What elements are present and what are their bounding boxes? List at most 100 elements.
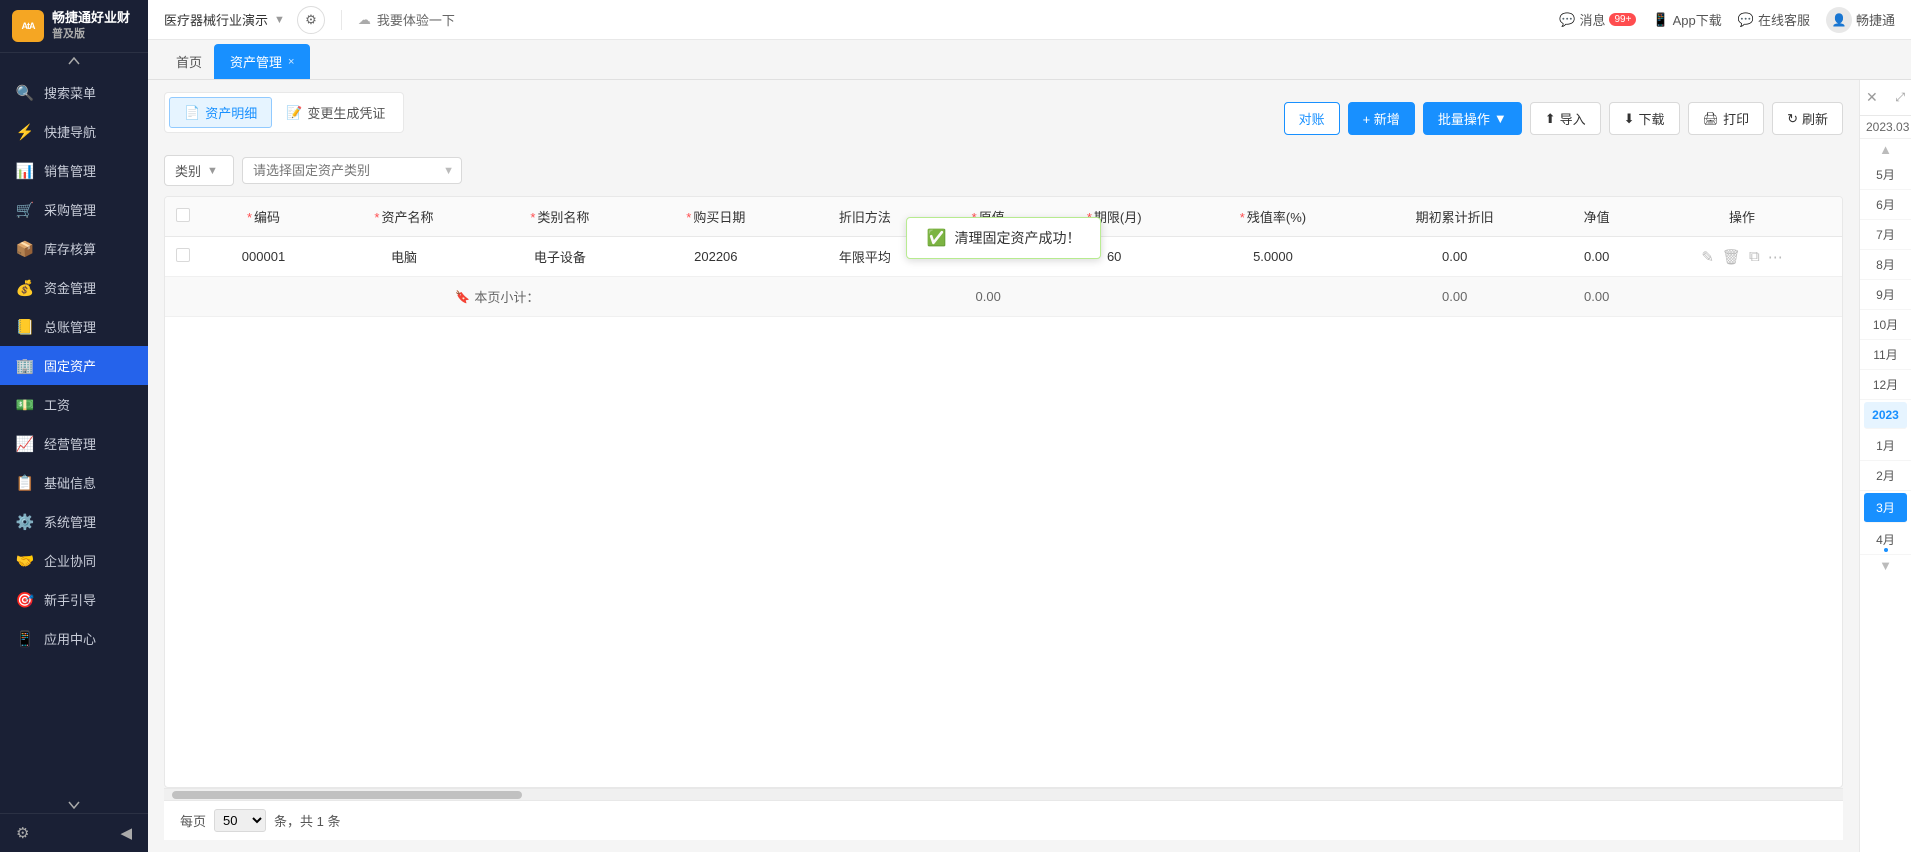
sidebar-scroll-down[interactable] (0, 797, 148, 813)
assets-icon: 🏢 (16, 357, 34, 375)
appstore-icon: 📱 (16, 630, 34, 648)
check-icon: ✅ (927, 228, 947, 248)
sidebar-item-sales[interactable]: 📊 销售管理 (0, 151, 148, 190)
sidebar-item-quick[interactable]: ⚡ 快捷导航 (0, 112, 148, 151)
sidebar-item-system[interactable]: ⚙️ 系统管理 (0, 502, 148, 541)
sidebar-item-assets[interactable]: 🏢 固定资产 (0, 346, 148, 385)
sidebar-item-operations[interactable]: 📈 经营管理 (0, 424, 148, 463)
print-button[interactable]: 🖨 打印 (1688, 102, 1765, 135)
batch-button[interactable]: 批量操作 ▼ (1423, 102, 1522, 135)
success-toast: ✅ 清理固定资产成功！ (906, 217, 1102, 259)
calendar-scroll-up[interactable]: ▲ (1860, 139, 1911, 160)
delete-icon[interactable]: 🗑 (1722, 248, 1741, 266)
enterprise-icon: 🤝 (16, 552, 34, 570)
subtotal-label-cell: 🔖 本页小计： (201, 277, 794, 317)
sidebar-item-search[interactable]: 🔍 搜索菜单 (0, 73, 148, 112)
sidebar-item-ledger[interactable]: 📒 总账管理 (0, 307, 148, 346)
sidebar-item-inventory[interactable]: 📦 库存核算 (0, 229, 148, 268)
avatar-icon: 👤 (1832, 13, 1847, 27)
refresh-icon: ↻ (1787, 111, 1798, 127)
horizontal-scrollbar[interactable] (164, 788, 1843, 800)
row-category: 电子设备 (482, 237, 638, 277)
logo-icon: AtA (12, 10, 44, 42)
download-button[interactable]: ⬇ 下载 (1609, 102, 1680, 135)
sub-tab-voucher[interactable]: 📝 变更生成凭证 (272, 97, 399, 128)
cloud-icon: ☁ (358, 12, 371, 28)
quick-icon: ⚡ (16, 123, 34, 141)
sidebar-item-appstore[interactable]: 📱 应用中心 (0, 619, 148, 658)
sidebar-item-funds[interactable]: 💰 资金管理 (0, 268, 148, 307)
experience-button[interactable]: ☁ 我要体验一下 (358, 10, 455, 29)
collapse-icon[interactable]: ◀ (120, 824, 132, 842)
calendar-month-1[interactable]: 1月 (1860, 431, 1911, 461)
account-button[interactable]: 对账 (1284, 102, 1340, 135)
calendar-scroll-down[interactable]: ▼ (1860, 555, 1911, 576)
calendar-month-11[interactable]: 11月 (1860, 340, 1911, 370)
print-icon: 🖨 (1703, 111, 1720, 127)
calendar-month-10[interactable]: 10月 (1860, 310, 1911, 340)
subtotal-original: 0.00 (936, 277, 1041, 317)
logo-text: 畅捷通好业财 普及版 (52, 10, 130, 41)
edit-icon[interactable]: ✎ (1701, 248, 1714, 266)
calendar-year-2023[interactable]: 2023 (1864, 402, 1907, 429)
row-purchase-date: 202206 (638, 237, 794, 277)
sidebar-item-guide[interactable]: 🎯 新手引导 (0, 580, 148, 619)
message-button[interactable]: 💬 消息 99+ (1559, 10, 1636, 29)
app-download-button[interactable]: 📱 App下载 (1652, 10, 1721, 29)
add-button[interactable]: + 新增 (1348, 102, 1415, 135)
calendar-month-8[interactable]: 8月 (1860, 250, 1911, 280)
row-actions: ✎ 🗑 ⧉ ⋯ (1642, 237, 1842, 277)
calendar-year-label: 2023.03 (1860, 116, 1911, 139)
calendar-month-3-current[interactable]: 3月 (1864, 493, 1907, 523)
sub-tabs: 📄 资产明细 📝 变更生成凭证 (164, 92, 404, 133)
sidebar-nav: 🔍 搜索菜单 ⚡ 快捷导航 📊 销售管理 🛒 采购管理 📦 库存核算 💰 资金管… (0, 69, 148, 797)
sidebar-item-salary[interactable]: 💵 工资 (0, 385, 148, 424)
sub-tab-detail[interactable]: 📄 资产明细 (169, 97, 272, 128)
calendar-month-2[interactable]: 2月 (1860, 461, 1911, 491)
sidebar-item-enterprise[interactable]: 🤝 企业协同 (0, 541, 148, 580)
sidebar-item-purchase[interactable]: 🛒 采购管理 (0, 190, 148, 229)
import-button[interactable]: ⬆ 导入 (1530, 102, 1601, 135)
content-area: 📄 资产明细 📝 变更生成凭证 对账 + 新增 批量操作 ▼ (148, 80, 1911, 852)
header-name: *资产名称 (326, 197, 482, 237)
scrollbar-thumb[interactable] (172, 791, 522, 799)
calendar-month-7[interactable]: 7月 (1860, 220, 1911, 250)
batch-arrow-icon: ▼ (1494, 111, 1507, 126)
row-checkbox-cell (165, 237, 201, 277)
company-selector[interactable]: 医疗器械行业演示 ▼ (164, 10, 285, 29)
header-code: *编码 (201, 197, 326, 237)
topbar: 医疗器械行业演示 ▼ ⚙ ☁ 我要体验一下 💬 消息 99+ 📱 App下载 💬… (148, 0, 1911, 40)
import-icon: ⬆ (1545, 111, 1556, 127)
sidebar-footer: ⚙ ◀ (0, 813, 148, 852)
per-page-select[interactable]: 50 100 (214, 809, 266, 832)
online-service-button[interactable]: 💬 在线客服 (1738, 10, 1810, 29)
tab-close-icon[interactable]: × (288, 56, 294, 68)
calendar-month-4[interactable]: 4月 (1860, 525, 1911, 555)
company-settings-button[interactable]: ⚙ (297, 6, 325, 34)
sidebar: AtA 畅捷通好业财 普及版 🔍 搜索菜单 ⚡ 快捷导航 📊 销售管理 🛒 采购… (0, 0, 148, 852)
user-profile[interactable]: 👤 畅捷通 (1826, 7, 1895, 33)
calendar-month-5[interactable]: 5月 (1860, 160, 1911, 190)
row-net-value: 0.00 (1551, 237, 1642, 277)
sidebar-item-basics[interactable]: 📋 基础信息 (0, 463, 148, 502)
tab-assets[interactable]: 资产管理 × (214, 44, 310, 79)
header-category: *类别名称 (482, 197, 638, 237)
right-panel-expand-button[interactable]: ⤢ (1895, 90, 1905, 105)
service-icon: 💬 (1738, 12, 1754, 28)
calendar-month-9[interactable]: 9月 (1860, 280, 1911, 310)
category-input[interactable] (242, 157, 462, 184)
copy-icon[interactable]: ⧉ (1749, 248, 1760, 265)
calendar-month-12[interactable]: 12月 (1860, 370, 1911, 400)
right-panel-close-button[interactable]: ✕ (1866, 89, 1878, 106)
sidebar-scroll-up[interactable] (0, 53, 148, 69)
more-icon[interactable]: ⋯ (1768, 248, 1783, 266)
tab-home[interactable]: 首页 (164, 44, 214, 79)
subtotal-initial: 0.00 (1358, 277, 1551, 317)
refresh-button[interactable]: ↻ 刷新 (1772, 102, 1843, 135)
settings-icon[interactable]: ⚙ (16, 824, 29, 842)
select-all-checkbox[interactable] (176, 208, 190, 222)
calendar-month-6[interactable]: 6月 (1860, 190, 1911, 220)
category-filter[interactable]: 类别 ▼ (164, 155, 234, 186)
main-area: 医疗器械行业演示 ▼ ⚙ ☁ 我要体验一下 💬 消息 99+ 📱 App下载 💬… (148, 0, 1911, 852)
row-checkbox[interactable] (176, 248, 190, 262)
